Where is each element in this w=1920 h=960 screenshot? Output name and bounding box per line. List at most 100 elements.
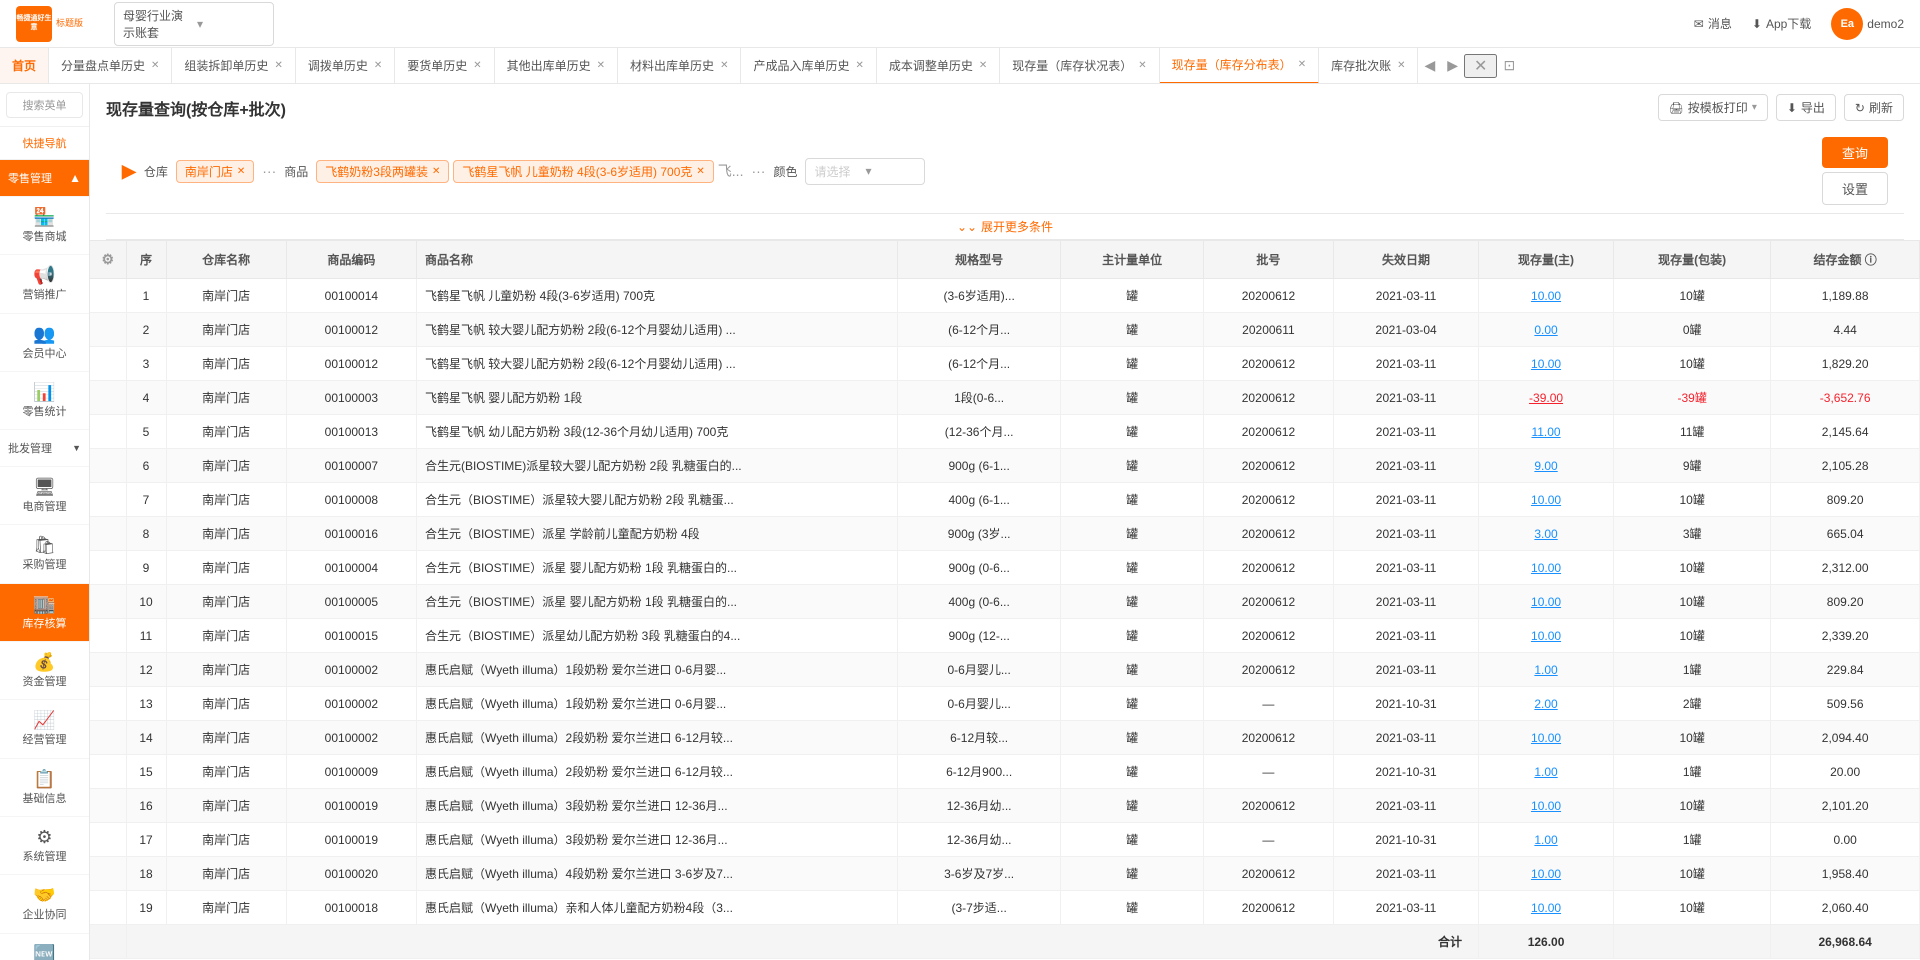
td-qty-main[interactable]: 1.00	[1479, 653, 1614, 687]
close-icon[interactable]: ✕	[720, 60, 728, 71]
tab-ku-cun-pi-ci[interactable]: 库存批次账 ✕	[1319, 48, 1418, 84]
color-filter-label: 颜色	[773, 163, 797, 180]
color-select[interactable]: 请选择 ▾	[805, 158, 925, 185]
more-warehouses-btn[interactable]: ···	[262, 163, 276, 179]
tab-diao-bo[interactable]: 调拨单历史 ✕	[296, 48, 395, 84]
tab-close-all-btn[interactable]: ✕	[1464, 54, 1497, 78]
td-qty-main[interactable]: 0.00	[1479, 313, 1614, 347]
finance-icon: 💰	[33, 652, 55, 673]
tab-xian-cun-kucun[interactable]: 现存量（库存状况表） ✕	[1000, 48, 1159, 84]
sidebar-item-sys-mgmt[interactable]: ⚙ 系统管理	[0, 817, 89, 875]
quick-nav-btn[interactable]: 快捷导航	[0, 131, 89, 155]
sidebar-item-new-guide[interactable]: 🆕 新手引导	[0, 934, 89, 960]
sidebar-item-member[interactable]: 👥 会员中心	[0, 314, 89, 372]
product-tag-group: 飞鹤奶粉3段两罐装 ✕ 飞鹤星飞帆 儿童奶粉 4段(3-6岁适用) 700克 ✕…	[316, 160, 743, 183]
close-icon[interactable]: ✕	[979, 60, 987, 71]
purchase-icon: 🛍	[33, 535, 56, 556]
td-qty-main[interactable]: 1.00	[1479, 755, 1614, 789]
remove-warehouse-tag-btn[interactable]: ✕	[237, 166, 245, 177]
print-btn[interactable]: 🖨 按模板打印 ▾	[1658, 94, 1768, 121]
tab-cai-liao-chu[interactable]: 材料出库单历史 ✕	[618, 48, 741, 84]
td-qty-main[interactable]: 10.00	[1479, 891, 1614, 925]
td-qty-main[interactable]: 10.00	[1479, 789, 1614, 823]
td-qty-main[interactable]: 2.00	[1479, 687, 1614, 721]
close-icon[interactable]: ✕	[151, 60, 159, 71]
sidebar-item-finance[interactable]: 💰 资金管理	[0, 642, 89, 700]
close-icon[interactable]: ✕	[1298, 59, 1306, 70]
sidebar-item-inventory[interactable]: 🏬 库存核算	[0, 584, 89, 642]
close-icon[interactable]: ✕	[1138, 60, 1146, 71]
td-qty-main[interactable]: 10.00	[1479, 347, 1614, 381]
tab-qi-ta-chu[interactable]: 其他出库单历史 ✕	[495, 48, 618, 84]
tab-home[interactable]: 首页	[0, 48, 49, 84]
app-download-btn[interactable]: ⬇ App下载	[1752, 15, 1811, 32]
td-qty-main[interactable]: 11.00	[1479, 415, 1614, 449]
close-icon[interactable]: ✕	[274, 60, 282, 71]
td-qty-main[interactable]: 9.00	[1479, 449, 1614, 483]
expand-more-conditions-btn[interactable]: ⌄⌄ 展开更多条件	[957, 218, 1053, 235]
user-profile-btn[interactable]: Ea demo2	[1831, 8, 1904, 40]
td-qty-pkg: 1罐	[1614, 823, 1771, 857]
tab-fen-pan[interactable]: 分量盘点单历史 ✕	[49, 48, 172, 84]
filter-expand-btn[interactable]: ▶	[122, 161, 136, 182]
tab-cheng-ben[interactable]: 成本调整单历史 ✕	[877, 48, 1000, 84]
download-icon: ⬇	[1752, 17, 1762, 31]
sidebar-item-operations[interactable]: 📈 经营管理	[0, 700, 89, 758]
close-icon[interactable]: ✕	[374, 60, 382, 71]
td-name: 惠氏启赋（Wyeth illuma）3段奶粉 爱尔兰进口 12-36月...	[416, 789, 897, 823]
sidebar-item-marketing[interactable]: 📢 营销推广	[0, 255, 89, 313]
warehouse-tag: 南岸门店 ✕	[176, 160, 254, 183]
sidebar-item-retail-mgmt[interactable]: 零售管理 ▲	[0, 160, 89, 197]
td-qty-main[interactable]: 1.00	[1479, 823, 1614, 857]
marketing-icon: 📢	[33, 265, 55, 286]
td-qty-main[interactable]: 3.00	[1479, 517, 1614, 551]
th-warehouse: 仓库名称	[166, 241, 286, 279]
td-expire: 2021-03-11	[1334, 789, 1479, 823]
td-code: 00100004	[286, 551, 416, 585]
remove-product-tag-2-btn[interactable]: ✕	[696, 166, 704, 177]
industry-selector[interactable]: 母婴行业演示账套 ▾	[114, 2, 274, 46]
td-qty-main[interactable]: 10.00	[1479, 483, 1614, 517]
sidebar-item-wholesale[interactable]: 批发管理 ▼	[0, 430, 89, 467]
close-icon[interactable]: ✕	[473, 60, 481, 71]
tab-prev-btn[interactable]: ◀	[1418, 57, 1441, 74]
gear-icon[interactable]: ⚙	[101, 251, 114, 267]
td-qty-main[interactable]: 10.00	[1479, 721, 1614, 755]
sidebar-item-ecommerce[interactable]: 🖥 电商管理	[0, 467, 89, 525]
td-qty-main[interactable]: 10.00	[1479, 619, 1614, 653]
close-icon[interactable]: ✕	[1397, 60, 1405, 71]
setting-btn[interactable]: 设置	[1822, 172, 1888, 205]
expand-icon: ⌄⌄	[957, 220, 977, 234]
more-products-ellipsis[interactable]: ···	[751, 163, 765, 179]
td-gear	[90, 415, 126, 449]
refresh-icon: ↻	[1855, 101, 1865, 115]
refresh-btn[interactable]: ↻ 刷新	[1844, 94, 1904, 121]
td-qty-main[interactable]: 10.00	[1479, 551, 1614, 585]
td-unit: 罐	[1061, 279, 1203, 313]
export-btn[interactable]: ⬇ 导出	[1776, 94, 1836, 121]
tab-next-btn[interactable]: ▶	[1441, 57, 1464, 74]
tab-maximize-btn[interactable]: ⊡	[1497, 57, 1521, 74]
td-gear	[90, 891, 126, 925]
td-qty-main[interactable]: 10.00	[1479, 279, 1614, 313]
message-btn[interactable]: ✉ 消息	[1694, 15, 1732, 32]
close-icon[interactable]: ✕	[597, 60, 605, 71]
sidebar-item-retail-store[interactable]: 🏪 零售商城	[0, 197, 89, 255]
tab-zu-chai[interactable]: 组装拆卸单历史 ✕	[172, 48, 295, 84]
search-btn[interactable]: 搜索英单	[6, 92, 83, 118]
more-products-btn[interactable]: 飞...	[718, 161, 744, 181]
td-qty-main[interactable]: 10.00	[1479, 585, 1614, 619]
tab-chan-pin-ru[interactable]: 产成品入库单历史 ✕	[741, 48, 876, 84]
td-qty-main[interactable]: 10.00	[1479, 857, 1614, 891]
remove-product-tag-1-btn[interactable]: ✕	[432, 166, 440, 177]
td-qty-main[interactable]: -39.00	[1479, 381, 1614, 415]
tab-xian-cun-fen[interactable]: 现存量（库存分布表） ✕	[1160, 48, 1319, 84]
tab-yao-huo[interactable]: 要货单历史 ✕	[395, 48, 494, 84]
sidebar-item-enterprise[interactable]: 🤝 企业协同	[0, 875, 89, 933]
sidebar-item-retail-stats[interactable]: 📊 零售统计	[0, 372, 89, 430]
query-btn[interactable]: 查询	[1822, 137, 1888, 168]
td-unit: 罐	[1061, 449, 1203, 483]
sidebar-item-purchase[interactable]: 🛍 采购管理	[0, 525, 89, 583]
sidebar-item-basic-info[interactable]: 📋 基础信息	[0, 759, 89, 817]
close-icon[interactable]: ✕	[855, 60, 863, 71]
